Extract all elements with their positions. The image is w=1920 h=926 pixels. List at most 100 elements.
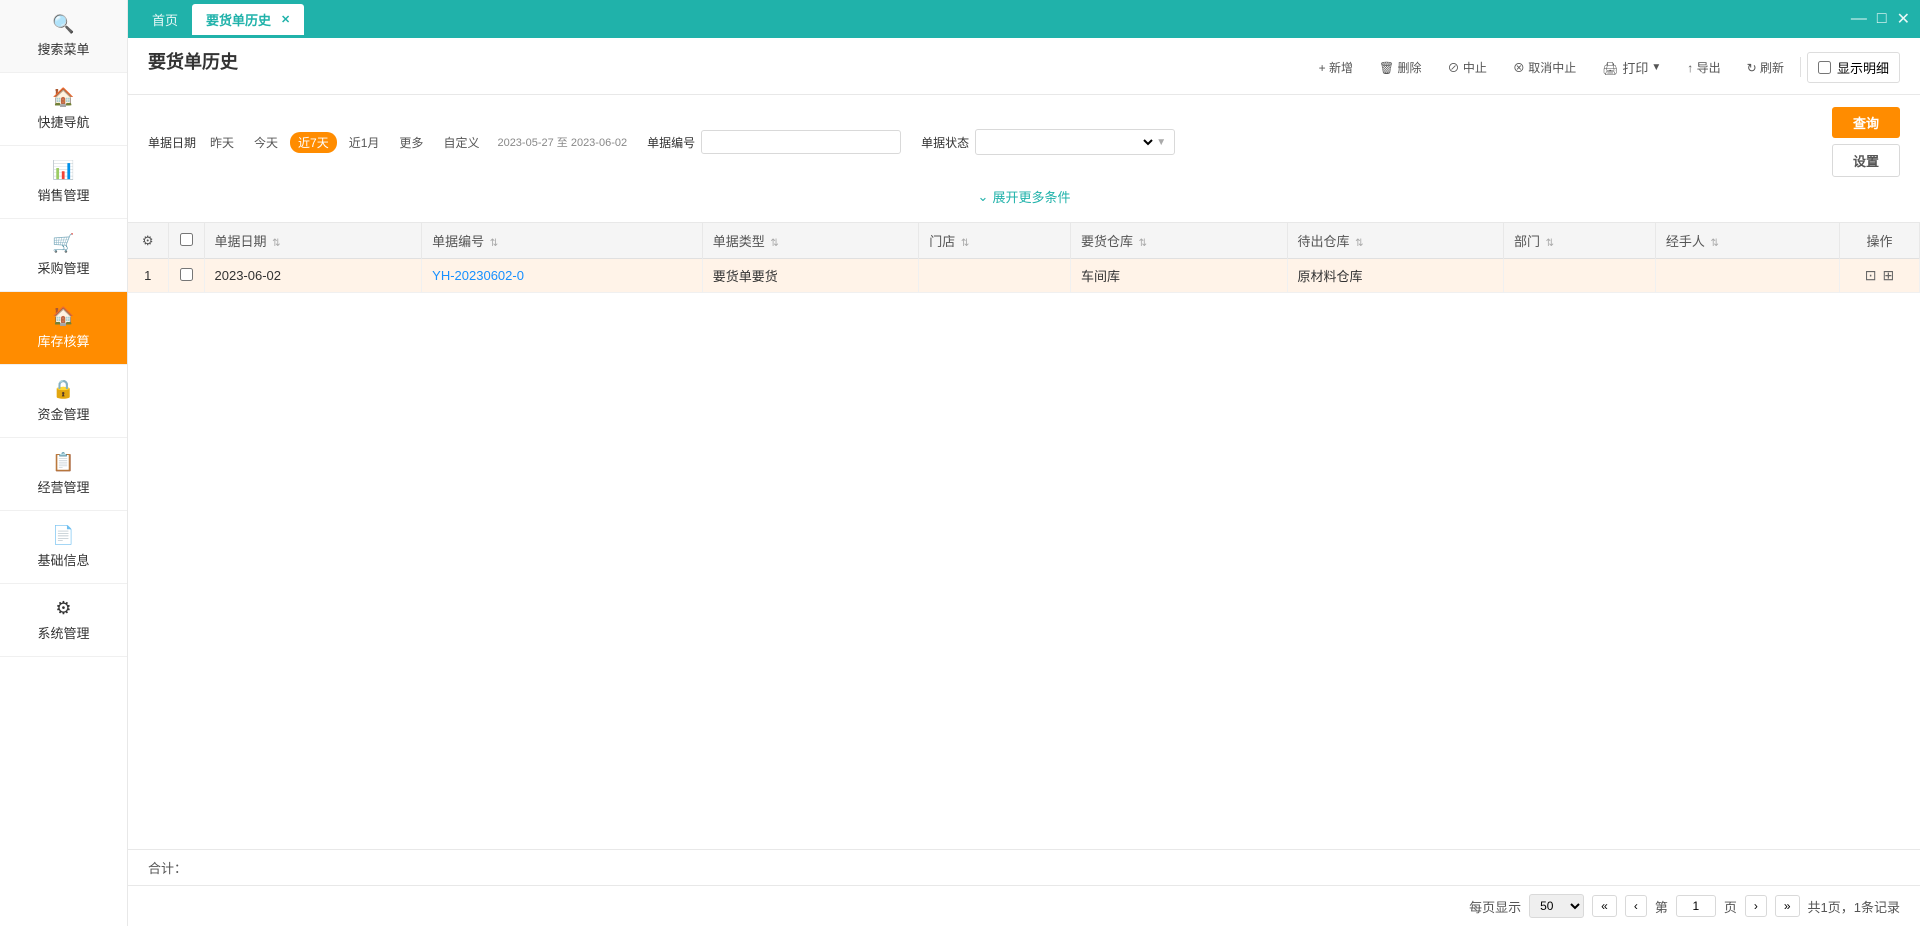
expand-more-button[interactable]: ⌄ 展开更多条件 bbox=[148, 183, 1900, 210]
row-checkbox[interactable] bbox=[180, 268, 193, 281]
doc-number-link[interactable]: YH-20230602-0 bbox=[432, 268, 524, 283]
row-checkbox-cell bbox=[168, 259, 204, 293]
maximize-button[interactable]: □ bbox=[1877, 10, 1887, 28]
settings-button[interactable]: 设置 bbox=[1832, 144, 1900, 177]
sort-icon-doc-number[interactable]: ⇅ bbox=[490, 238, 498, 249]
total-info: 共1页，1条记录 bbox=[1808, 897, 1900, 916]
date-option-today[interactable]: 今天 bbox=[246, 132, 286, 153]
sort-icon-pending-warehouse[interactable]: ⇅ bbox=[1355, 238, 1363, 249]
row-doc-number: YH-20230602-0 bbox=[422, 259, 703, 293]
next-page-button[interactable]: › bbox=[1745, 895, 1767, 917]
filter-area: 单据日期 昨天 今天 近7天 近1月 更多 自定义 2023-05-27 至 2… bbox=[128, 95, 1920, 223]
sidebar-item-search-menu[interactable]: 🔍 搜索菜单 bbox=[0, 0, 127, 73]
doc-status-label: 单据状态 bbox=[921, 134, 969, 151]
finance-icon: 🔒 bbox=[52, 379, 74, 400]
row-store bbox=[919, 259, 1071, 293]
doc-number-input[interactable] bbox=[701, 130, 901, 154]
sidebar-item-basic-info[interactable]: 📄 基础信息 bbox=[0, 511, 127, 584]
th-doc-number: 单据编号 ⇅ bbox=[422, 223, 703, 259]
display-detail-checkbox[interactable] bbox=[1818, 61, 1831, 74]
select-arrow-icon: ▼ bbox=[1156, 137, 1166, 148]
row-department bbox=[1504, 259, 1656, 293]
new-button[interactable]: + 新增 bbox=[1309, 54, 1363, 81]
table-area: ⚙ 单据日期 ⇅ 单据编号 ⇅ bbox=[128, 223, 1920, 849]
per-page-label: 每页显示 bbox=[1469, 897, 1521, 916]
cancel-stop-button[interactable]: ⊗ 取消中止 bbox=[1503, 54, 1586, 81]
doc-status-select[interactable] bbox=[984, 134, 1156, 150]
page-number-input[interactable] bbox=[1676, 895, 1716, 917]
page-header-section: 要货单历史 + 新增 🗑 删除 ⊘ 中止 ⊗ 取消中止 🖨 打印 ▼ ↑ 导出 … bbox=[128, 38, 1920, 95]
sort-icon-doc-date[interactable]: ⇅ bbox=[272, 238, 280, 249]
date-filter-label: 单据日期 bbox=[148, 134, 196, 151]
sidebar-item-label: 基础信息 bbox=[37, 550, 89, 569]
print-arrow-icon: ▼ bbox=[1651, 62, 1661, 73]
refresh-button[interactable]: ↻ 刷新 bbox=[1737, 54, 1794, 81]
display-detail-button[interactable]: 显示明细 bbox=[1807, 52, 1900, 83]
close-button[interactable]: ✕ bbox=[1897, 9, 1910, 29]
sidebar-item-operations[interactable]: 📋 经营管理 bbox=[0, 438, 127, 511]
date-option-more[interactable]: 更多 bbox=[391, 132, 431, 153]
row-copy-icon[interactable]: ⊞ bbox=[1883, 267, 1895, 284]
print-button[interactable]: 🖨 打印 ▼ bbox=[1592, 53, 1671, 82]
date-option-yesterday[interactable]: 昨天 bbox=[202, 132, 242, 153]
page-title: 要货单历史 bbox=[148, 48, 238, 74]
sort-icon-doc-type[interactable]: ⇅ bbox=[770, 238, 778, 249]
sort-icon-req-warehouse[interactable]: ⇅ bbox=[1139, 238, 1147, 249]
pagination: 每页显示 50 10 20 100 « ‹ 第 页 › » 共1页，1条记录 bbox=[128, 885, 1920, 926]
settings-icon[interactable]: ⚙ bbox=[142, 233, 154, 248]
purchase-icon: 🛒 bbox=[52, 233, 74, 254]
th-settings: ⚙ bbox=[128, 223, 168, 259]
date-option-7days[interactable]: 近7天 bbox=[290, 132, 337, 153]
per-page-select[interactable]: 50 10 20 100 bbox=[1529, 894, 1584, 918]
date-options: 昨天 今天 近7天 近1月 更多 自定义 2023-05-27 至 2023-0… bbox=[202, 132, 627, 153]
tab-home[interactable]: 首页 bbox=[138, 4, 192, 35]
sidebar-item-label: 采购管理 bbox=[37, 258, 89, 277]
delete-button[interactable]: 🗑 删除 bbox=[1369, 54, 1432, 81]
th-action: 操作 bbox=[1840, 223, 1920, 259]
table-header-row: ⚙ 单据日期 ⇅ 单据编号 ⇅ bbox=[128, 223, 1920, 259]
data-table: ⚙ 单据日期 ⇅ 单据编号 ⇅ bbox=[128, 223, 1920, 293]
inventory-icon: 🏠 bbox=[52, 306, 74, 327]
tab-requisition-history[interactable]: 要货单历史 ✕ bbox=[192, 4, 304, 35]
doc-number-label: 单据编号 bbox=[647, 134, 695, 151]
sidebar-item-system[interactable]: ⚙ 系统管理 bbox=[0, 584, 127, 657]
last-page-button[interactable]: » bbox=[1775, 895, 1800, 917]
row-actions: ⊡ ⊞ bbox=[1840, 259, 1920, 293]
sidebar-item-label: 系统管理 bbox=[37, 623, 89, 642]
first-page-button[interactable]: « bbox=[1592, 895, 1617, 917]
minimize-button[interactable]: — bbox=[1851, 10, 1867, 28]
row-edit-icon[interactable]: ⊡ bbox=[1865, 267, 1877, 284]
footer-label: 合计： bbox=[148, 861, 187, 876]
system-icon: ⚙ bbox=[55, 598, 71, 619]
th-checkbox bbox=[168, 223, 204, 259]
stop-button[interactable]: ⊘ 中止 bbox=[1438, 54, 1497, 81]
date-filter-group: 单据日期 昨天 今天 近7天 近1月 更多 自定义 2023-05-27 至 2… bbox=[148, 132, 627, 153]
sidebar-item-quick-nav[interactable]: 🏠 快捷导航 bbox=[0, 73, 127, 146]
expand-more-label: 展开更多条件 bbox=[992, 187, 1070, 206]
row-req-warehouse: 车间库 bbox=[1071, 259, 1287, 293]
sidebar-item-label: 库存核算 bbox=[37, 331, 89, 350]
sort-icon-store[interactable]: ⇅ bbox=[961, 238, 969, 249]
sales-icon: 📊 bbox=[52, 160, 74, 181]
date-option-custom[interactable]: 自定义 bbox=[435, 132, 487, 153]
select-all-checkbox[interactable] bbox=[180, 233, 193, 246]
quick-nav-icon: 🏠 bbox=[52, 87, 74, 108]
sidebar-item-finance[interactable]: 🔒 资金管理 bbox=[0, 365, 127, 438]
search-menu-icon: 🔍 bbox=[52, 14, 74, 35]
sidebar-item-purchase[interactable]: 🛒 采购管理 bbox=[0, 219, 127, 292]
sort-icon-department[interactable]: ⇅ bbox=[1546, 238, 1554, 249]
tab-close-icon[interactable]: ✕ bbox=[281, 13, 290, 26]
query-button[interactable]: 查询 bbox=[1832, 107, 1900, 138]
basic-info-icon: 📄 bbox=[52, 525, 74, 546]
table-body: 1 2023-06-02 YH-20230602-0 要货单要货 车间库 原材料… bbox=[128, 259, 1920, 293]
th-handler: 经手人 ⇅ bbox=[1655, 223, 1839, 259]
export-button[interactable]: ↑ 导出 bbox=[1677, 54, 1730, 81]
sort-icon-handler[interactable]: ⇅ bbox=[1710, 238, 1718, 249]
sidebar-item-inventory[interactable]: 🏠 库存核算 bbox=[0, 292, 127, 365]
top-bar: 首页 要货单历史 ✕ — □ ✕ bbox=[128, 0, 1920, 38]
sidebar-item-sales[interactable]: 📊 销售管理 bbox=[0, 146, 127, 219]
top-bar-right: — □ ✕ bbox=[1851, 9, 1910, 29]
prev-page-button[interactable]: ‹ bbox=[1625, 895, 1647, 917]
date-option-1month[interactable]: 近1月 bbox=[341, 132, 388, 153]
th-req-warehouse: 要货仓库 ⇅ bbox=[1071, 223, 1287, 259]
